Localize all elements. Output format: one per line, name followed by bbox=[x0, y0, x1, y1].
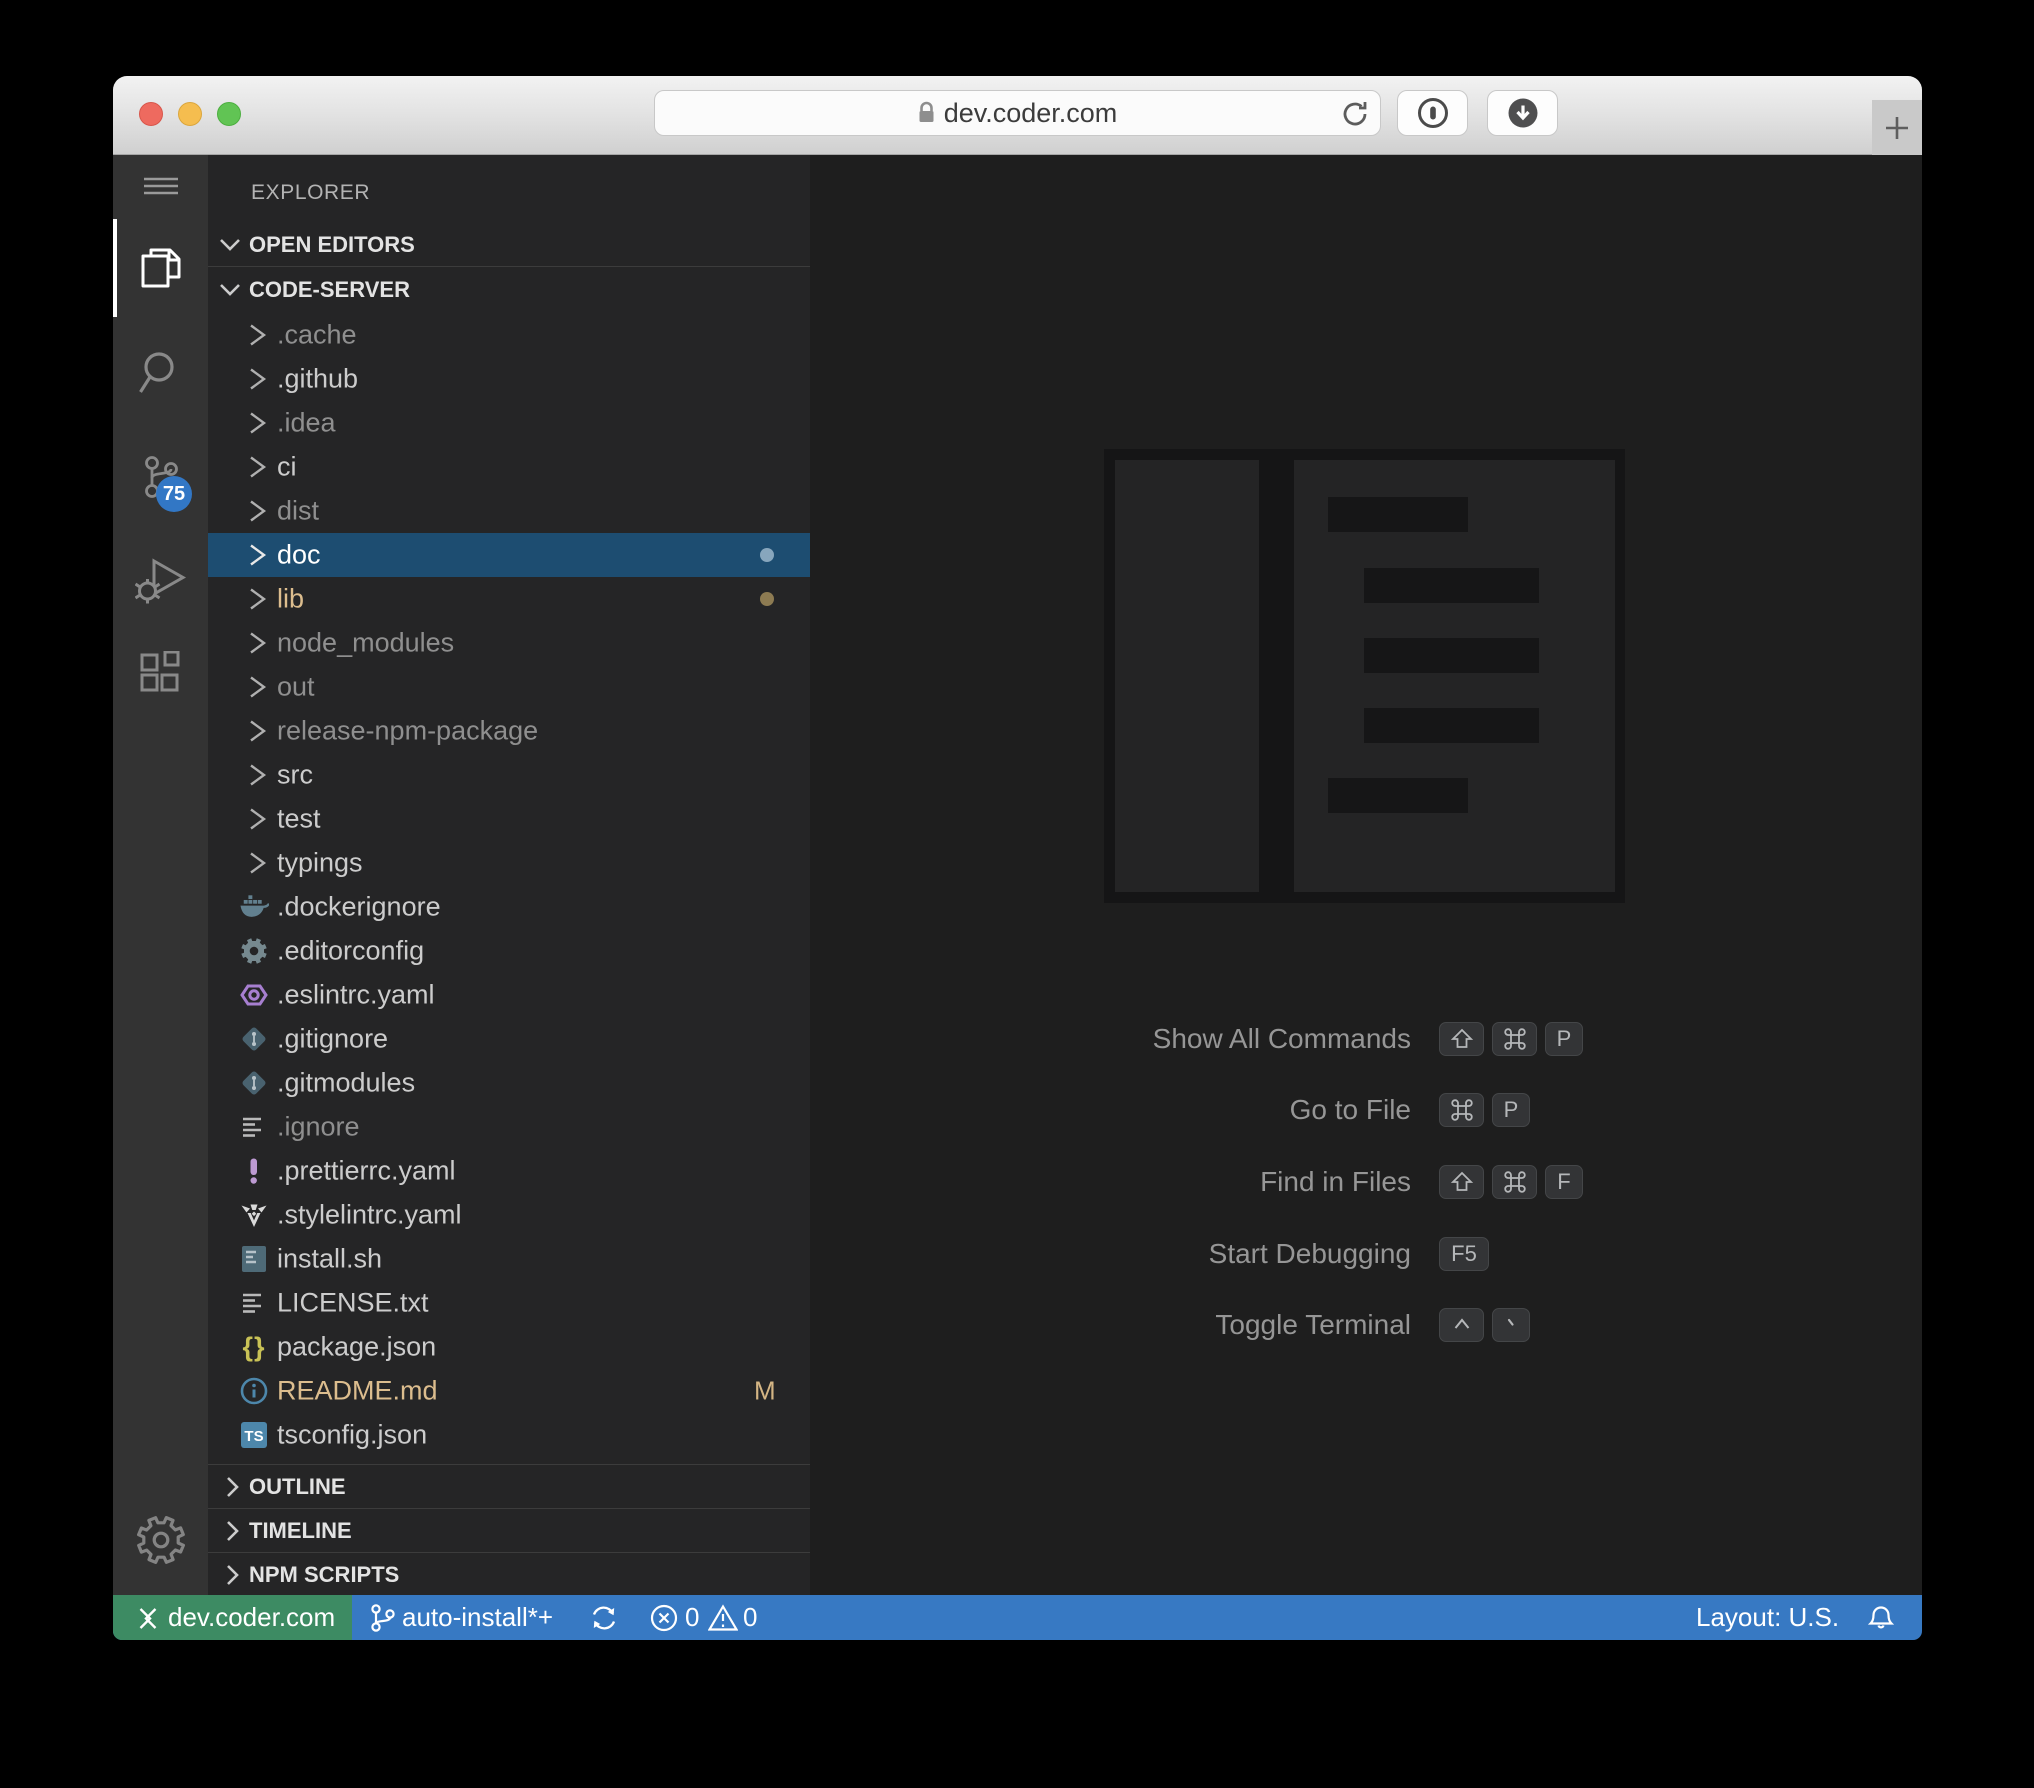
svg-text:TS: TS bbox=[244, 1428, 263, 1445]
